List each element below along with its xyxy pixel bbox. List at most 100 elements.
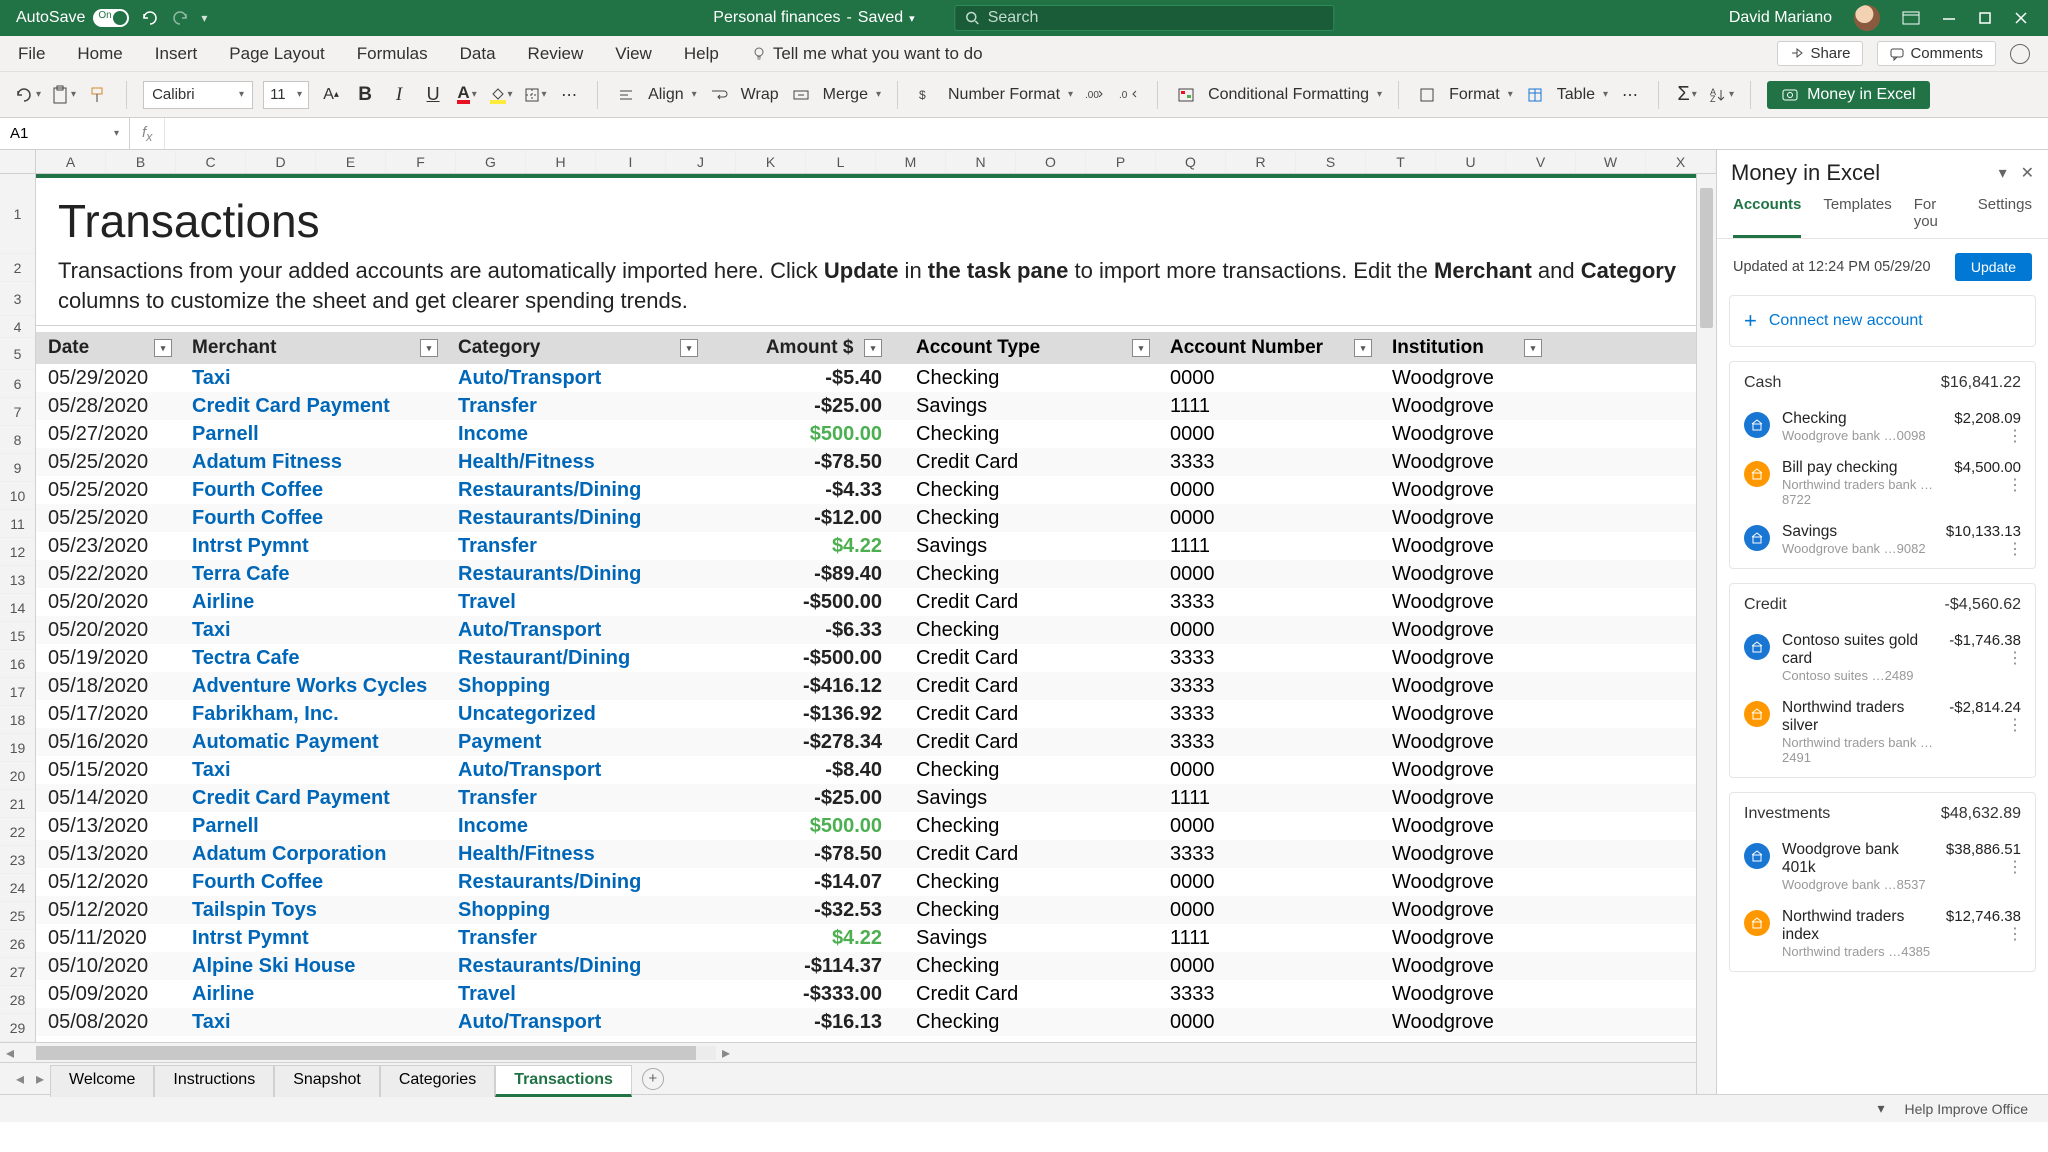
col-header[interactable]: V bbox=[1506, 150, 1576, 173]
user-name[interactable]: David Mariano bbox=[1729, 9, 1832, 27]
share-button[interactable]: Share bbox=[1777, 41, 1863, 66]
table-dropdown[interactable]: Table▾ bbox=[1557, 86, 1608, 104]
table-row[interactable]: 05/09/2020AirlineTravel-$333.00Credit Ca… bbox=[36, 980, 1716, 1008]
fx-icon[interactable]: fx bbox=[130, 124, 164, 144]
minimize-icon[interactable] bbox=[1942, 11, 1956, 25]
panel-tab-accounts[interactable]: Accounts bbox=[1733, 196, 1801, 238]
filter-category[interactable]: ▾ bbox=[680, 339, 698, 357]
more-icon[interactable]: ⋮ bbox=[2007, 426, 2023, 446]
row-header[interactable]: 13 bbox=[0, 566, 35, 594]
row-header[interactable]: 7 bbox=[0, 398, 35, 426]
grow-font-icon[interactable]: A▴ bbox=[319, 82, 343, 108]
row-header[interactable]: 3 bbox=[0, 282, 35, 316]
row-header[interactable]: 24 bbox=[0, 874, 35, 902]
col-header[interactable]: L bbox=[806, 150, 876, 173]
comments-button[interactable]: Comments bbox=[1877, 41, 1996, 66]
table-row[interactable]: 05/25/2020Fourth CoffeeRestaurants/Dinin… bbox=[36, 504, 1716, 532]
avatar[interactable] bbox=[1854, 5, 1880, 31]
row-header[interactable]: 19 bbox=[0, 734, 35, 762]
tab-review[interactable]: Review bbox=[528, 44, 584, 64]
col-header[interactable]: F bbox=[386, 150, 456, 173]
number-format-icon[interactable]: $ bbox=[914, 82, 938, 108]
sheet-nav-prev[interactable]: ▸ bbox=[30, 1069, 50, 1089]
row-header[interactable]: 25 bbox=[0, 902, 35, 930]
select-all-corner[interactable] bbox=[0, 150, 36, 173]
table-row[interactable]: 05/20/2020TaxiAuto/Transport-$6.33Checki… bbox=[36, 616, 1716, 644]
table-row[interactable]: 05/17/2020Fabrikham, Inc.Uncategorized-$… bbox=[36, 700, 1716, 728]
maximize-icon[interactable] bbox=[1978, 11, 1992, 25]
col-header[interactable]: E bbox=[316, 150, 386, 173]
italic-button[interactable]: I bbox=[387, 82, 411, 108]
help-improve-link[interactable]: Help Improve Office bbox=[1905, 1101, 2028, 1117]
money-in-excel-button[interactable]: Money in Excel bbox=[1767, 81, 1930, 109]
col-header[interactable]: X bbox=[1646, 150, 1716, 173]
account-item[interactable]: Northwind traders indexNorthwind traders… bbox=[1744, 900, 2021, 967]
name-box[interactable]: A1▾ bbox=[0, 118, 130, 149]
row-header[interactable]: 18 bbox=[0, 706, 35, 734]
underline-button[interactable]: U bbox=[421, 82, 445, 108]
filter-merchant[interactable]: ▾ bbox=[420, 339, 438, 357]
table-row[interactable]: 05/20/2020AirlineTravel-$500.00Credit Ca… bbox=[36, 588, 1716, 616]
col-header[interactable]: H bbox=[526, 150, 596, 173]
table-icon[interactable] bbox=[1523, 82, 1547, 108]
col-header[interactable]: R bbox=[1226, 150, 1296, 173]
redo-icon[interactable] bbox=[171, 10, 189, 26]
font-size-select[interactable]: 11▾ bbox=[263, 81, 309, 109]
col-header[interactable]: U bbox=[1436, 150, 1506, 173]
status-dropdown-icon[interactable]: ▾ bbox=[1878, 1100, 1885, 1117]
qat-customize-icon[interactable]: ▾ bbox=[201, 11, 207, 25]
table-row[interactable]: 05/23/2020Intrst PymntTransfer$4.22Savin… bbox=[36, 532, 1716, 560]
panel-close-icon[interactable]: ✕ bbox=[2021, 163, 2034, 183]
tab-insert[interactable]: Insert bbox=[155, 44, 198, 64]
row-header[interactable]: 26 bbox=[0, 930, 35, 958]
paste-icon[interactable]: ▾ bbox=[51, 82, 76, 108]
format-dropdown[interactable]: Format▾ bbox=[1449, 86, 1513, 104]
filter-amount[interactable]: ▾ bbox=[864, 339, 882, 357]
align-dropdown[interactable]: Align▾ bbox=[648, 86, 697, 104]
col-header[interactable]: D bbox=[246, 150, 316, 173]
row-header[interactable]: 15 bbox=[0, 622, 35, 650]
wrap-icon[interactable] bbox=[707, 82, 731, 108]
filter-type[interactable]: ▾ bbox=[1132, 339, 1150, 357]
bold-button[interactable]: B bbox=[353, 82, 377, 108]
table-row[interactable]: 05/12/2020Tailspin ToysShopping-$32.53Ch… bbox=[36, 896, 1716, 924]
row-header[interactable]: 21 bbox=[0, 790, 35, 818]
more-icon[interactable]: ⋮ bbox=[2007, 715, 2023, 735]
table-row[interactable]: 05/08/2020TaxiAuto/Transport-$16.13Check… bbox=[36, 1008, 1716, 1036]
table-row[interactable]: 05/16/2020Automatic PaymentPayment-$278.… bbox=[36, 728, 1716, 756]
sheet-tab[interactable]: Snapshot bbox=[274, 1065, 380, 1097]
row-header[interactable]: 28 bbox=[0, 986, 35, 1014]
table-row[interactable]: 05/13/2020ParnellIncome$500.00Checking00… bbox=[36, 812, 1716, 840]
table-row[interactable]: 05/19/2020Tectra CafeRestaurant/Dining-$… bbox=[36, 644, 1716, 672]
row-header[interactable]: 9 bbox=[0, 454, 35, 482]
more-font-icon[interactable]: ⋯ bbox=[557, 82, 581, 108]
add-sheet-button[interactable]: + bbox=[642, 1068, 664, 1090]
row-header[interactable]: 1 bbox=[0, 174, 35, 254]
table-row[interactable]: 05/14/2020Credit Card PaymentTransfer-$2… bbox=[36, 784, 1716, 812]
table-row[interactable]: 05/29/2020TaxiAuto/Transport-$5.40Checki… bbox=[36, 364, 1716, 392]
row-header[interactable]: 29 bbox=[0, 1014, 35, 1042]
account-item[interactable]: SavingsWoodgrove bank …9082 $10,133.13 ⋮ bbox=[1744, 515, 2021, 564]
feedback-icon[interactable] bbox=[2010, 44, 2030, 64]
update-button[interactable]: Update bbox=[1955, 253, 2032, 281]
account-item[interactable]: Bill pay checkingNorthwind traders bank … bbox=[1744, 451, 2021, 515]
cells[interactable]: Transactions Transactions from your adde… bbox=[36, 174, 1716, 1042]
col-header[interactable]: Q bbox=[1156, 150, 1226, 173]
filter-number[interactable]: ▾ bbox=[1354, 339, 1372, 357]
more-styles-icon[interactable]: ⋯ bbox=[1618, 82, 1642, 108]
borders-button[interactable]: ▾ bbox=[523, 82, 547, 108]
panel-tab-settings[interactable]: Settings bbox=[1978, 196, 2032, 238]
number-format-dropdown[interactable]: Number Format▾ bbox=[948, 86, 1073, 104]
col-header[interactable]: G bbox=[456, 150, 526, 173]
table-row[interactable]: 05/22/2020Terra CafeRestaurants/Dining-$… bbox=[36, 560, 1716, 588]
sheet-tab[interactable]: Categories bbox=[380, 1065, 495, 1097]
table-row[interactable]: 05/25/2020Fourth CoffeeRestaurants/Dinin… bbox=[36, 476, 1716, 504]
more-icon[interactable]: ⋮ bbox=[2007, 475, 2023, 495]
horizontal-scrollbar[interactable]: ◂ ▸ bbox=[0, 1042, 1716, 1062]
row-header[interactable]: 5 bbox=[0, 338, 35, 370]
row-header[interactable]: 27 bbox=[0, 958, 35, 986]
row-header[interactable]: 23 bbox=[0, 846, 35, 874]
more-icon[interactable]: ⋮ bbox=[2007, 539, 2023, 559]
panel-tab-templates[interactable]: Templates bbox=[1823, 196, 1891, 238]
col-header[interactable]: W bbox=[1576, 150, 1646, 173]
